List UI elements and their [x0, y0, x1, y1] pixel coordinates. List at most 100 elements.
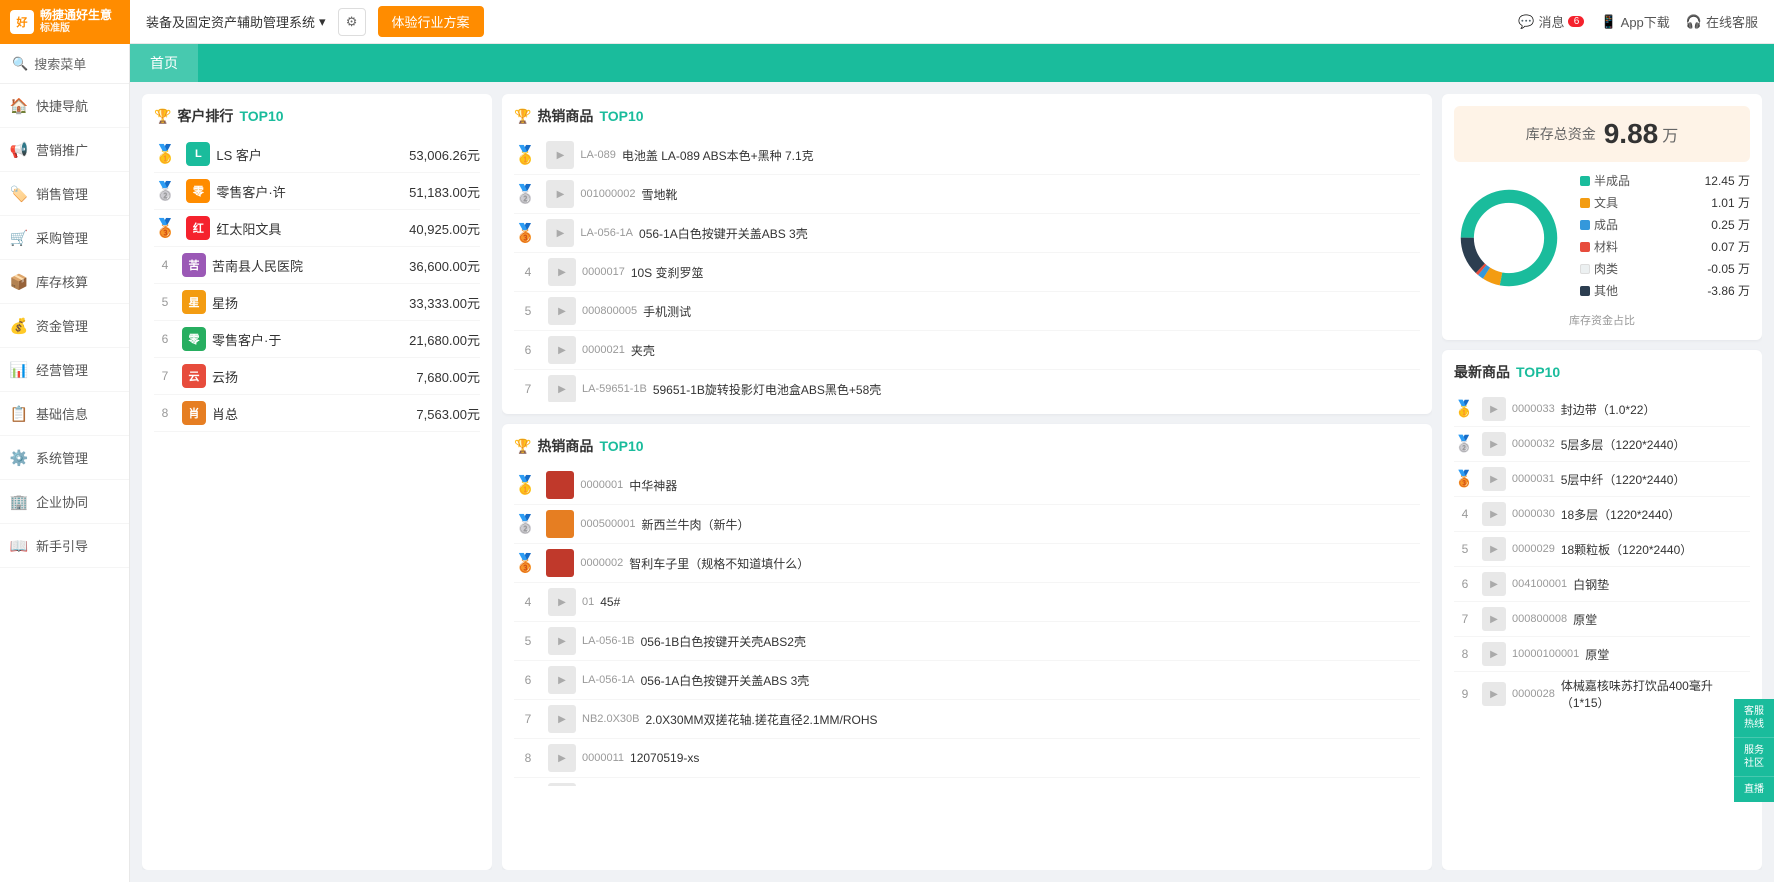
product-thumb-m7: ▶	[548, 705, 576, 733]
hot-products-main-label: 热销商品	[537, 436, 593, 456]
app-download-button[interactable]: 📱 App下载	[1600, 12, 1669, 31]
message-label: 消息	[1538, 12, 1564, 31]
hot-product-right-4: 4 ▶ 0000017 10S 变刹罗筮	[514, 253, 1420, 292]
home-icon: 🏠	[10, 97, 28, 115]
avatar-6: 零	[182, 327, 206, 351]
settings-button[interactable]: ⚙	[338, 8, 366, 36]
legend-value-4: -0.05 万	[1707, 260, 1750, 277]
nav-tabs: 首页	[130, 44, 1774, 82]
product-name-r1: 电池盖 LA-089 ABS本色+黑种 7.1克	[622, 147, 1420, 164]
trial-button[interactable]: 体验行业方案	[378, 6, 484, 37]
customer-amount-1: 53,006.26元	[409, 145, 480, 164]
sidebar-item-sales[interactable]: 🏷️ 销售管理	[0, 172, 129, 216]
app-label: App下载	[1621, 12, 1670, 31]
rank-num-8: 8	[154, 406, 176, 420]
ranking-row-1: 🥇 L LS 客户 53,006.26元	[154, 136, 480, 173]
sidebar-item-basic[interactable]: 📋 基础信息	[0, 392, 129, 436]
customer-ranking-label: 客户排行	[177, 106, 233, 126]
sidebar-label: 库存核算	[36, 272, 88, 291]
inventory-total-unit: 万	[1662, 122, 1678, 146]
legend-label-1: 文具	[1594, 194, 1618, 211]
purchase-icon: 🛒	[10, 229, 28, 247]
sidebar-item-purchase[interactable]: 🛒 采购管理	[0, 216, 129, 260]
legend-row-5: 其他 -3.86 万	[1580, 282, 1750, 299]
system-selector[interactable]: 装备及固定资产辅助管理系统 ▾	[146, 12, 330, 31]
customer-name-1: LS 客户	[216, 145, 409, 164]
medal-n1-icon: 🥇	[1454, 399, 1474, 419]
sidebar-item-finance[interactable]: 💰 资金管理	[0, 304, 129, 348]
legend-row-1: 文具 1.01 万	[1580, 194, 1750, 211]
marketing-icon: 📢	[10, 141, 28, 159]
newest-row-8: 8 ▶ 10000100001 原堂	[1454, 637, 1750, 672]
rank-rnum-6: 6	[514, 343, 542, 357]
customer-amount-7: 7,680.00元	[416, 367, 480, 386]
product-code-r7: LA-59651-1B	[582, 383, 647, 395]
newest-name-8: 原堂	[1585, 646, 1750, 663]
hot-products-right-top10: TOP10	[599, 108, 643, 124]
inventory-donut-chart	[1454, 183, 1564, 293]
online-service-button[interactable]: 🎧 在线客服	[1686, 12, 1758, 31]
product-thumb-m9: ▶	[548, 783, 576, 786]
newest-icon-3: ▶	[1482, 467, 1506, 491]
avatar-4: 苦	[182, 253, 206, 277]
newest-row-6: 6 ▶ 004100001 白钢垫	[1454, 567, 1750, 602]
legend-dot-1	[1580, 198, 1590, 208]
sidebar-item-guide[interactable]: 📖 新手引导	[0, 524, 129, 568]
legend-dot-4	[1580, 264, 1590, 274]
search-icon: 🔍	[12, 56, 28, 72]
newest-code-8: 10000100001	[1512, 648, 1579, 660]
customer-amount-3: 40,925.00元	[409, 219, 480, 238]
ranking-row-6: 6 零 零售客户·于 21,680.00元	[154, 321, 480, 358]
hot-products-right-title: 🏆 热销商品 TOP10	[514, 106, 1420, 126]
sidebar-item-system[interactable]: ⚙️ 系统管理	[0, 436, 129, 480]
newest-icon-6: ▶	[1482, 572, 1506, 596]
tab-home[interactable]: 首页	[130, 44, 198, 82]
product-name-r4: 10S 变刹罗筮	[631, 264, 1420, 281]
product-code-m7: NB2.0X30B	[582, 713, 639, 725]
product-thumb-r3: ▶	[546, 219, 574, 247]
medal-m2-icon: 🥈	[514, 514, 536, 535]
hot-product-right-2: 🥈 ▶ 001000002 雪地靴	[514, 175, 1420, 214]
customer-amount-5: 33,333.00元	[409, 293, 480, 312]
hot-product-main-6: 6 ▶ LA-056-1A 056-1A白色按键开关盖ABS 3壳	[514, 661, 1420, 700]
ranking-row-4: 4 苦 苦南县人民医院 36,600.00元	[154, 247, 480, 284]
inventory-footer: 库存资金占比	[1454, 312, 1750, 328]
avatar-3: 红	[186, 216, 210, 240]
product-name-r6: 夹壳	[631, 342, 1420, 359]
customer-amount-4: 36,600.00元	[409, 256, 480, 275]
ranking-row-8: 8 肖 肖总 7,563.00元	[154, 395, 480, 432]
customer-name-3: 红太阳文具	[216, 219, 409, 238]
page-content: 🏆 客户排行 TOP10 🥇 L LS 客户 53,006.26元	[130, 82, 1774, 882]
newest-code-4: 0000030	[1512, 508, 1555, 520]
sidebar-item-operation[interactable]: 📊 经营管理	[0, 348, 129, 392]
logo-icon: 好	[10, 10, 34, 34]
newest-name-2: 5层多层（1220*2440）	[1561, 436, 1750, 453]
content-area: 首页 🏆 客户排行 TOP10 🥇 L	[130, 44, 1774, 882]
legend-row-3: 材料 0.07 万	[1580, 238, 1750, 255]
legend-value-0: 12.45 万	[1705, 172, 1750, 189]
rank-num-7: 7	[154, 369, 176, 383]
float-btn-live[interactable]: 直播	[1734, 777, 1774, 802]
sidebar-item-quick-nav[interactable]: 🏠 快捷导航	[0, 84, 129, 128]
newest-row-7: 7 ▶ 000800008 原堂	[1454, 602, 1750, 637]
sidebar-item-enterprise[interactable]: 🏢 企业协同	[0, 480, 129, 524]
sidebar-label: 基础信息	[36, 404, 88, 423]
medal-n2-icon: 🥈	[1454, 434, 1474, 454]
newest-num-4: 4	[1454, 507, 1476, 521]
product-code-m5: LA-056-1B	[582, 635, 635, 647]
search-label: 搜索菜单	[34, 54, 86, 73]
hot-product-right-1: 🥇 ▶ LA-089 电池盖 LA-089 ABS本色+黑种 7.1克	[514, 136, 1420, 175]
newest-label: 最新商品	[1454, 362, 1510, 382]
sidebar-item-marketing[interactable]: 📢 营销推广	[0, 128, 129, 172]
hot-products-right-card: 🏆 热销商品 TOP10 🥇 ▶ LA-089 电池盖 LA-089 ABS本色…	[502, 94, 1432, 414]
float-btn-community[interactable]: 服务社区	[1734, 738, 1774, 777]
float-btn-service[interactable]: 客服热线	[1734, 699, 1774, 738]
rank-rnum-4: 4	[514, 265, 542, 279]
message-button[interactable]: 💬 消息 6	[1518, 12, 1584, 31]
legend-dot-5	[1580, 286, 1590, 296]
sidebar-item-inventory[interactable]: 📦 库存核算	[0, 260, 129, 304]
legend-dot-0	[1580, 176, 1590, 186]
sidebar-label: 资金管理	[36, 316, 88, 335]
search-menu[interactable]: 🔍 搜索菜单	[0, 44, 129, 84]
newest-num-8: 8	[1454, 647, 1476, 661]
